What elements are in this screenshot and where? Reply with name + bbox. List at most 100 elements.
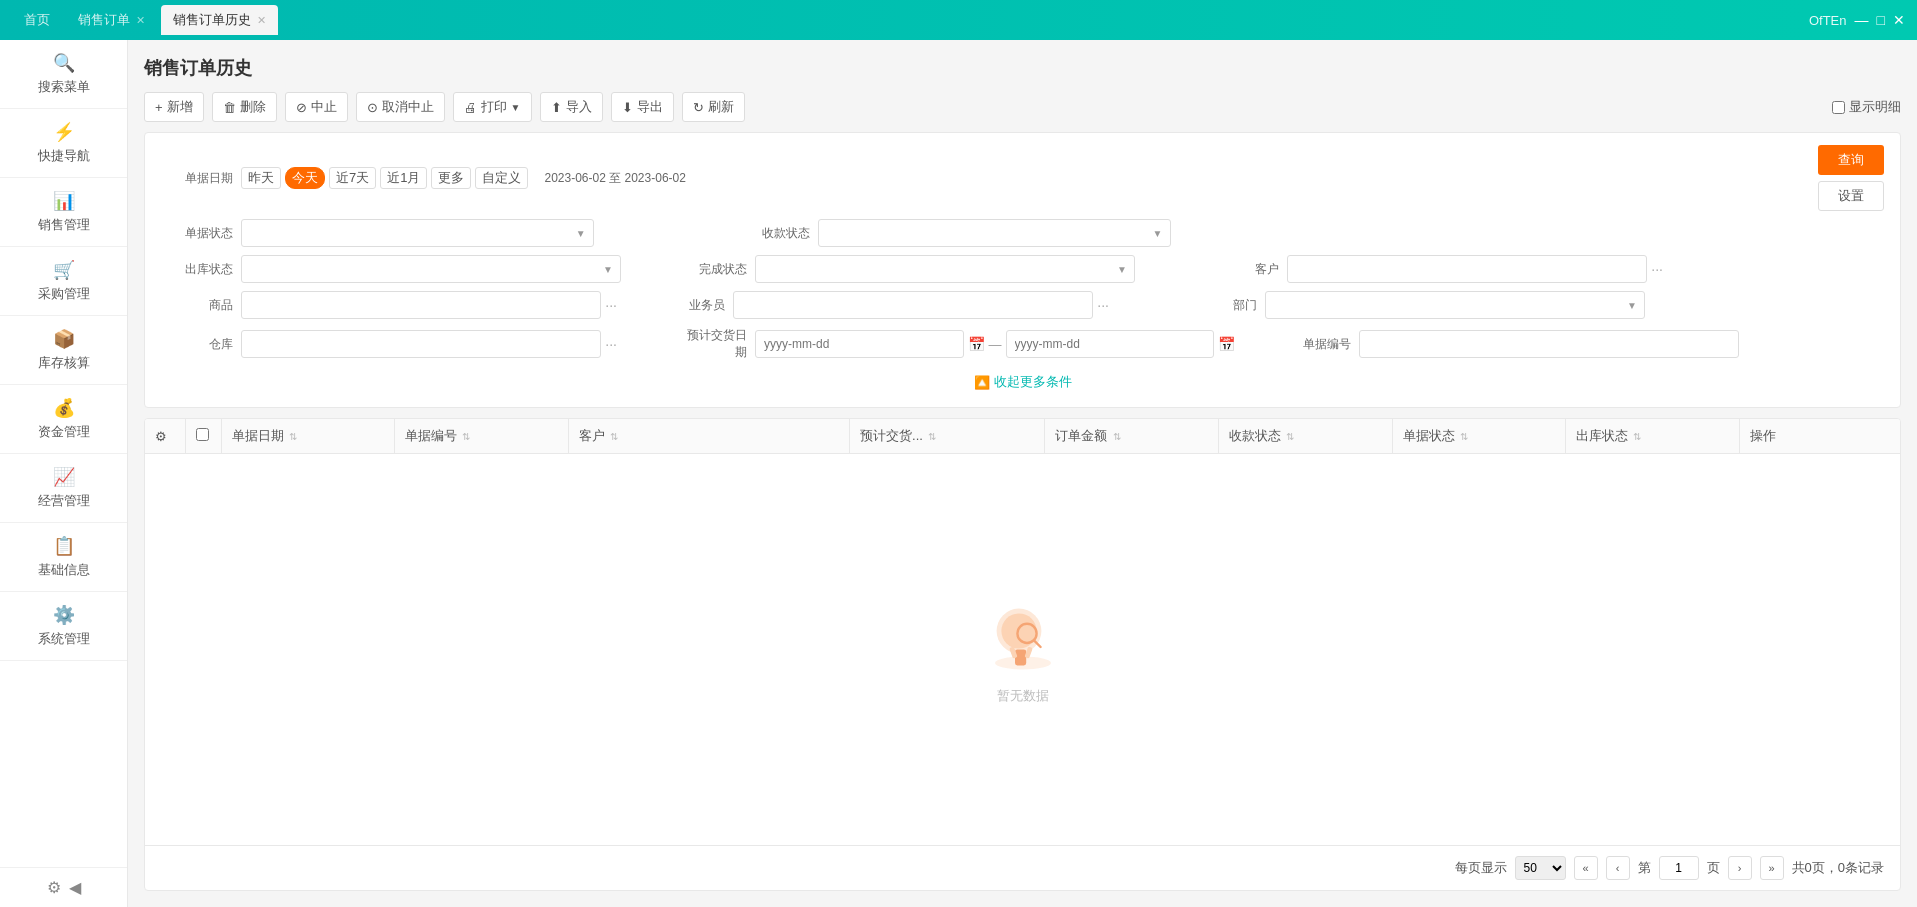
tab-sales-order-history-close[interactable]: ✕ (257, 14, 266, 27)
sidebar-item-purchase-mgmt[interactable]: 🛒 采购管理 (0, 247, 127, 316)
th-payment-status[interactable]: 收款状态 ⇅ (1218, 419, 1392, 454)
sidebar-item-operations[interactable]: 📈 经营管理 (0, 454, 127, 523)
tab-home[interactable]: 首页 (12, 5, 62, 35)
delivery-sort-icon: ⇅ (928, 431, 936, 442)
tab-sales-order[interactable]: 销售订单 ✕ (66, 5, 157, 35)
doc-status-select[interactable]: 待审核 已审核 已作废 (241, 219, 594, 247)
select-all-checkbox[interactable] (196, 428, 209, 441)
display-cols-label: 显示明细 (1849, 98, 1901, 116)
sidebar-item-quick-nav[interactable]: ⚡ 快捷导航 (0, 109, 127, 178)
date-sort-icon: ⇅ (289, 431, 297, 442)
out-status-sort-icon: ⇅ (1633, 431, 1641, 442)
sidebar-item-system[interactable]: ⚙️ 系统管理 (0, 592, 127, 661)
warehouse-input[interactable] (241, 330, 601, 358)
tab-sales-order-close[interactable]: ✕ (136, 14, 145, 27)
system-icon: ⚙️ (53, 604, 75, 626)
collapse-more-conditions[interactable]: 🔼 收起更多条件 (161, 369, 1884, 395)
salesperson-ellipsis-icon[interactable]: ··· (1093, 297, 1113, 313)
delivery-date-end-calendar-icon[interactable]: 📅 (1218, 336, 1235, 352)
sidebar-item-search-menu-label: 搜索菜单 (38, 78, 90, 96)
payment-status-filter-label: 收款状态 (730, 225, 810, 242)
date-tag-custom[interactable]: 自定义 (475, 167, 528, 189)
btn-delete[interactable]: 🗑 删除 (212, 92, 277, 122)
delivery-date-start[interactable] (755, 330, 964, 358)
out-status-select[interactable]: 未出库 部分出库 已出库 (241, 255, 621, 283)
sidebar-item-basic-info[interactable]: 📋 基础信息 (0, 523, 127, 592)
operations-icon: 📈 (53, 466, 75, 488)
payment-status-select-wrapper: 未收款 部分收款 已收款 ▼ (818, 219, 1171, 247)
th-settings[interactable]: ⚙ (145, 419, 185, 454)
page-next-btn[interactable]: › (1728, 856, 1752, 880)
collapse-sidebar-icon[interactable]: ◀ (69, 878, 81, 897)
page-number-input[interactable] (1659, 856, 1699, 880)
chevron-up-icon: 🔼 (974, 375, 990, 390)
date-tag-yesterday[interactable]: 昨天 (241, 167, 281, 189)
print-arrow-icon: ▼ (511, 102, 521, 113)
filter-row-status: 单据状态 待审核 已审核 已作废 ▼ 收款状态 (161, 219, 1884, 247)
th-number[interactable]: 单据编号 ⇅ (395, 419, 569, 454)
display-cols-checkbox[interactable] (1832, 101, 1845, 114)
delivery-date-end[interactable] (1006, 330, 1215, 358)
query-button[interactable]: 查询 (1818, 145, 1884, 175)
btn-import[interactable]: ⬆ 导入 (540, 92, 603, 122)
filter-actions: 查询 设置 (1818, 145, 1884, 211)
product-ellipsis-icon[interactable]: ··· (601, 297, 621, 313)
refresh-icon: ↻ (693, 100, 704, 115)
sidebar-item-inventory[interactable]: 📦 库存核算 (0, 316, 127, 385)
btn-stop[interactable]: ⊘ 中止 (285, 92, 348, 122)
window-min-btn[interactable]: — (1855, 12, 1869, 28)
th-delivery-date[interactable]: 预计交货... ⇅ (850, 419, 1045, 454)
customer-sort-icon: ⇅ (610, 431, 618, 442)
display-cols-check[interactable]: 显示明细 (1832, 98, 1901, 116)
amount-sort-icon: ⇅ (1113, 431, 1121, 442)
warehouse-ellipsis-icon[interactable]: ··· (601, 336, 621, 352)
payment-status-select[interactable]: 未收款 部分收款 已收款 (818, 219, 1171, 247)
per-page-select[interactable]: 50 100 200 (1515, 856, 1566, 880)
delivery-date-start-calendar-icon[interactable]: 📅 (968, 336, 985, 352)
btn-refresh[interactable]: ↻ 刷新 (682, 92, 745, 122)
page-first-btn[interactable]: « (1574, 856, 1598, 880)
add-icon: + (155, 100, 163, 115)
date-tag-7days[interactable]: 近7天 (329, 167, 376, 189)
window-max-btn[interactable]: □ (1877, 12, 1885, 28)
btn-export[interactable]: ⬇ 导出 (611, 92, 674, 122)
customer-ellipsis-icon[interactable]: ··· (1647, 261, 1667, 277)
svg-rect-5 (1015, 649, 1026, 665)
page-prev-btn[interactable]: ‹ (1606, 856, 1630, 880)
product-filter-label: 商品 (161, 297, 233, 314)
settings-button[interactable]: 设置 (1818, 181, 1884, 211)
customer-input[interactable] (1287, 255, 1647, 283)
sidebar-item-sales-mgmt[interactable]: 📊 销售管理 (0, 178, 127, 247)
btn-print[interactable]: 🖨 打印 ▼ (453, 92, 532, 122)
doc-number-input[interactable] (1359, 330, 1739, 358)
complete-status-select[interactable]: 未完成 已完成 (755, 255, 1135, 283)
th-amount[interactable]: 订单金额 ⇅ (1045, 419, 1219, 454)
sidebar-item-search-menu[interactable]: 🔍 搜索菜单 (0, 40, 127, 109)
dept-select[interactable] (1265, 291, 1645, 319)
th-out-status[interactable]: 出库状态 ⇅ (1566, 419, 1740, 454)
product-input[interactable] (241, 291, 601, 319)
out-status-select-wrapper: 未出库 部分出库 已出库 ▼ (241, 255, 621, 283)
payment-sort-icon: ⇅ (1286, 431, 1294, 442)
doc-status-sort-icon: ⇅ (1460, 431, 1468, 442)
salesperson-input[interactable] (733, 291, 1093, 319)
sidebar: 🔍 搜索菜单 ⚡ 快捷导航 📊 销售管理 🛒 采购管理 📦 库存核算 💰 资金管… (0, 40, 128, 907)
btn-new[interactable]: + 新增 (144, 92, 204, 122)
window-close-btn[interactable]: ✕ (1893, 12, 1905, 28)
number-sort-icon: ⇅ (462, 431, 470, 442)
tab-sales-order-history[interactable]: 销售订单历史 ✕ (161, 5, 278, 35)
page-last-btn[interactable]: » (1760, 856, 1784, 880)
filter-row-product: 商品 ··· 业务员 ··· 部门 (161, 291, 1884, 319)
btn-cancel-stop[interactable]: ⊙ 取消中止 (356, 92, 445, 122)
date-tag-more[interactable]: 更多 (431, 167, 471, 189)
sidebar-item-finance[interactable]: 💰 资金管理 (0, 385, 127, 454)
date-tag-1month[interactable]: 近1月 (380, 167, 427, 189)
filter-panel: 单据日期 昨天 今天 近7天 近1月 更多 自定义 2023-06-02 至 2… (144, 132, 1901, 408)
settings-bottom-icon[interactable]: ⚙ (47, 878, 61, 897)
th-doc-status[interactable]: 单据状态 ⇅ (1392, 419, 1566, 454)
table-settings-icon[interactable]: ⚙ (155, 429, 167, 444)
th-date[interactable]: 单据日期 ⇅ (221, 419, 395, 454)
th-customer[interactable]: 客户 ⇅ (568, 419, 849, 454)
date-tag-today[interactable]: 今天 (285, 167, 325, 189)
th-checkbox[interactable] (185, 419, 221, 454)
